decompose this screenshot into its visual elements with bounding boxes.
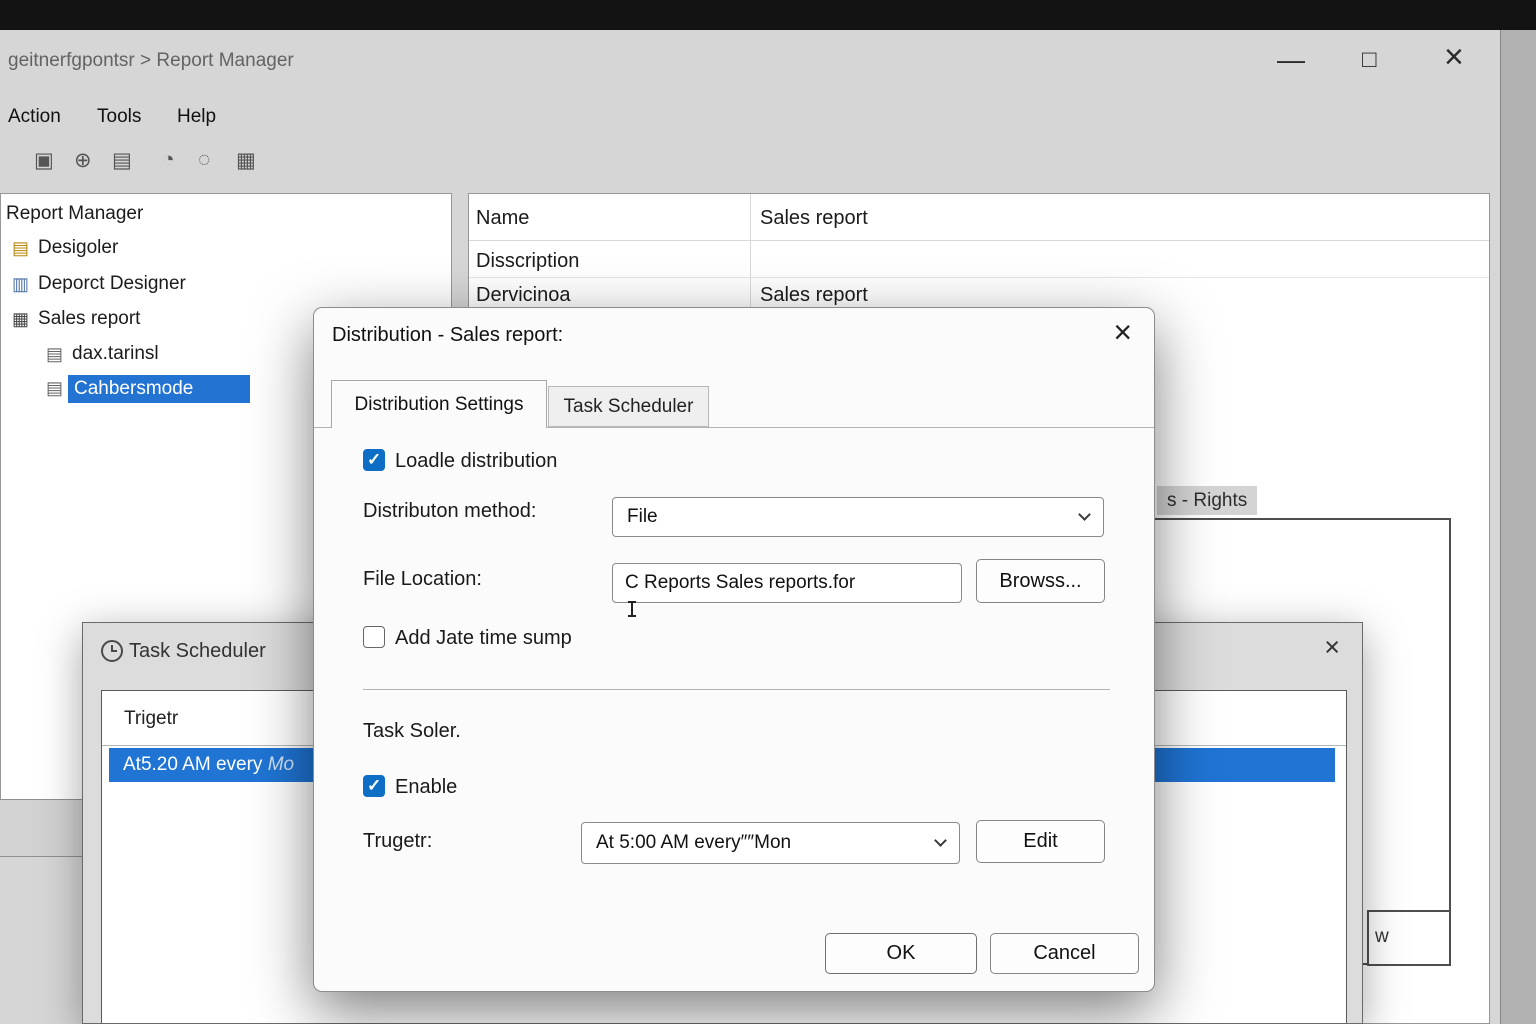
task-scheduler-title: Task Scheduler xyxy=(129,640,266,662)
add-date-time-label: Add Jate time sump xyxy=(395,627,572,649)
detail-label-name: Name xyxy=(476,207,530,229)
file-location-label: File Location: xyxy=(363,568,482,590)
chevron-down-icon xyxy=(934,834,947,847)
dialog-close-button[interactable]: × xyxy=(1113,314,1132,351)
cancel-button[interactable]: Cancel xyxy=(990,933,1139,974)
tree-item-selected[interactable]: Cahbersmode xyxy=(68,375,250,403)
distribution-dialog: Distribution - Sales report: × Distribut… xyxy=(313,307,1155,992)
folder-icon: ▤ xyxy=(12,237,30,258)
distribution-method-select[interactable]: File xyxy=(612,497,1104,537)
detail-label-description: Disscription xyxy=(476,250,580,272)
details-column-divider xyxy=(750,194,751,310)
refresh-icon[interactable]: ◔ xyxy=(162,148,175,172)
text-cursor-artifact xyxy=(628,601,636,617)
new-report-icon[interactable]: ▣ xyxy=(34,148,54,173)
page-icon[interactable]: ▤ xyxy=(112,148,132,173)
detail-value-name: Sales report xyxy=(760,207,868,229)
enable-distribution-label: Loadle distribution xyxy=(395,450,558,472)
tree-item-label: Sales report xyxy=(38,308,141,329)
task-scheduler-close-button[interactable]: × xyxy=(1324,632,1340,663)
maximize-button[interactable]: □ xyxy=(1362,46,1377,74)
enable-schedule-label: Enable xyxy=(395,776,458,798)
globe-icon[interactable]: ⊕ xyxy=(74,148,92,173)
tree-item-datasource[interactable]: ▤ dax.tarinsl xyxy=(46,343,159,365)
trigger-label: Trugetr: xyxy=(363,830,433,852)
tab-distribution-settings[interactable]: Distribution Settings xyxy=(331,380,547,428)
grid-report-icon[interactable]: ▦ xyxy=(236,148,256,173)
tab-task-scheduler[interactable]: Task Scheduler xyxy=(548,386,709,427)
document-icon: ▤ xyxy=(46,378,64,398)
distribution-method-label: Distributon method: xyxy=(363,500,537,522)
menu-help[interactable]: Help xyxy=(177,106,216,128)
distribution-method-value: File xyxy=(627,506,658,527)
browse-button[interactable]: Browss... xyxy=(976,559,1105,603)
breadcrumb-separator: > xyxy=(140,50,152,71)
dialog-title: Distribution - Sales report: xyxy=(332,324,564,346)
rights-corner-box: w xyxy=(1367,910,1451,966)
menu-action[interactable]: Action xyxy=(8,106,61,128)
info-icon[interactable]: ◌ xyxy=(198,148,210,172)
tree-item-label: Deporct Designer xyxy=(38,273,186,294)
ok-button[interactable]: OK xyxy=(825,933,977,974)
trigger-select[interactable]: At 5:00 AM every″″Mon xyxy=(581,822,960,864)
desktop-top-strip xyxy=(0,0,1536,30)
edit-button[interactable]: Edit xyxy=(976,820,1105,863)
section-divider xyxy=(363,689,1110,690)
window-title: geitnerfgpontsr > Report Manager xyxy=(8,50,294,72)
window-title-app: Report Manager xyxy=(156,50,294,71)
tree-item-sales-report[interactable]: ▦ Sales report xyxy=(12,308,140,330)
screen: geitnerfgpontsr > Report Manager — □ × A… xyxy=(0,0,1536,1024)
tree-item-label: dax.tarinsl xyxy=(72,343,159,364)
clock-icon xyxy=(101,640,123,662)
trigger-column-header[interactable]: Trigetr xyxy=(124,708,178,730)
add-date-time-checkbox[interactable] xyxy=(363,626,385,648)
chevron-down-icon xyxy=(1078,508,1091,521)
rights-corner-text: w xyxy=(1375,926,1389,947)
tree-item-desigoler[interactable]: ▤ Desigoler xyxy=(12,237,118,259)
tree-item-report-designer[interactable]: ▥ Deporct Designer xyxy=(12,273,186,295)
detail-value-device: Sales report xyxy=(760,284,868,306)
enable-distribution-checkbox[interactable] xyxy=(363,449,385,471)
rights-tab[interactable]: s - Rights xyxy=(1157,486,1258,515)
document-icon: ▤ xyxy=(46,343,64,364)
minimize-button[interactable]: — xyxy=(1277,44,1305,76)
details-row-divider xyxy=(469,277,1489,278)
designer-icon: ▥ xyxy=(12,273,30,294)
menu-tools[interactable]: Tools xyxy=(97,106,141,128)
report-icon: ▦ xyxy=(12,308,30,329)
tree-root-label[interactable]: Report Manager xyxy=(6,203,143,225)
tree-item-label: Cahbersmode xyxy=(74,378,194,399)
trigger-row-suffix: Mo xyxy=(267,754,295,775)
background-panel-fragment xyxy=(0,799,82,857)
enable-schedule-checkbox[interactable] xyxy=(363,775,385,797)
trigger-row-text: At5.20 AM every xyxy=(123,754,268,775)
trigger-value: At 5:00 AM every″″Mon xyxy=(596,832,792,853)
tree-item-label: Desigoler xyxy=(38,237,119,258)
task-scheduler-section-label: Task Soler. xyxy=(363,720,461,742)
file-location-input[interactable] xyxy=(612,563,962,603)
detail-label-device: Dervicinoa xyxy=(476,284,571,306)
close-button[interactable]: × xyxy=(1444,38,1464,77)
window-title-breadcrumb: geitnerfgpontsr xyxy=(8,50,135,71)
details-row-divider xyxy=(469,240,1489,241)
